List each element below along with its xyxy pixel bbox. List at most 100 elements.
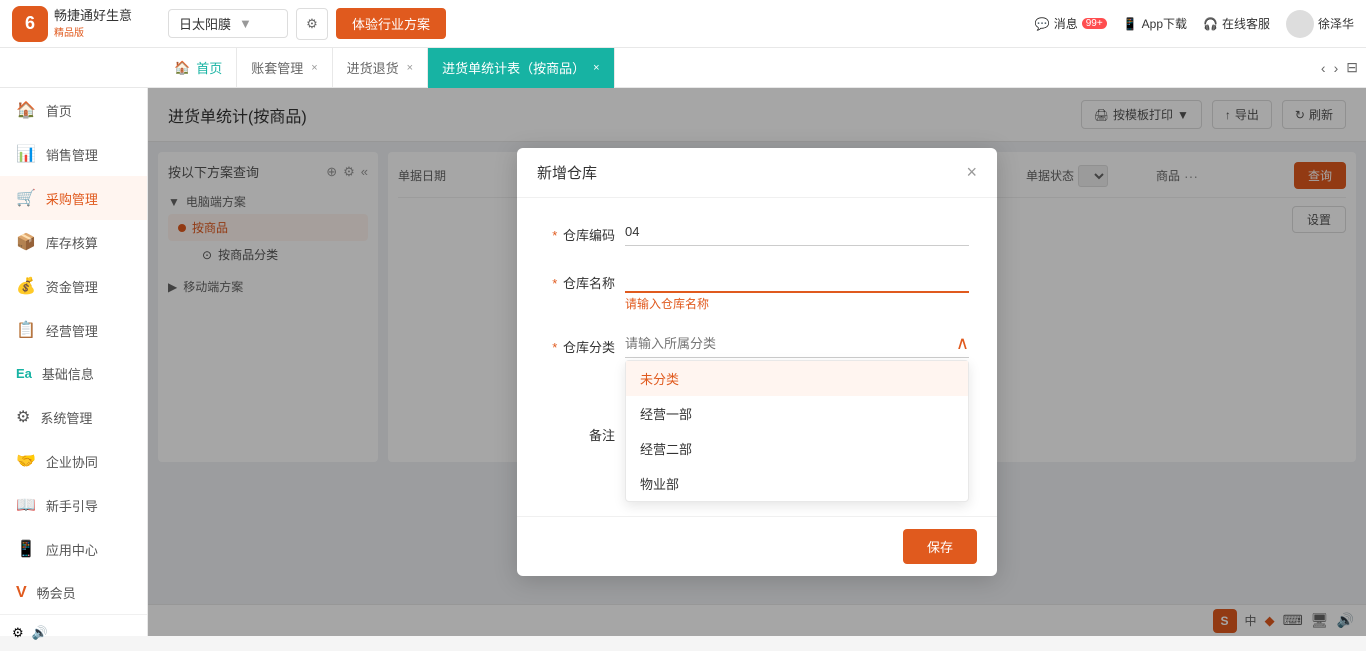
- modal-header: 新增仓库 ×: [517, 148, 997, 198]
- sidebar-system-label: 系统管理: [40, 408, 92, 427]
- message-icon: 💬: [1035, 17, 1050, 31]
- modal-overlay: 新增仓库 × * 仓库编码: [148, 88, 1366, 636]
- warehouse-code-label: * 仓库编码: [545, 218, 615, 244]
- sidebar-item-basic-info[interactable]: Ea 基础信息: [0, 352, 147, 395]
- tab-controls: ‹ › ⊟: [1321, 59, 1366, 76]
- enterprise-icon: 🤝: [16, 451, 36, 471]
- sidebar-item-vip[interactable]: V 畅会员: [0, 571, 147, 614]
- sidebar-purchase-label: 采购管理: [46, 189, 98, 208]
- tab-home-label: 首页: [196, 58, 222, 77]
- sidebar-item-inventory[interactable]: 📦 库存核算: [0, 220, 147, 264]
- modal-body: * 仓库编码 * 仓库名称: [517, 198, 997, 516]
- tab-purchase-stats-close[interactable]: ×: [593, 62, 599, 74]
- warehouse-category-input[interactable]: [625, 336, 969, 351]
- gear-button[interactable]: ⚙: [296, 8, 328, 40]
- tab-next-icon[interactable]: ›: [1334, 60, 1339, 76]
- message-label: 消息: [1054, 15, 1078, 32]
- sidebar-home-label: 首页: [46, 101, 72, 120]
- sidebar-item-finance[interactable]: 💰 资金管理: [0, 264, 147, 308]
- sidebar-app-center-label: 应用中心: [46, 540, 98, 559]
- sidebar-item-app-center[interactable]: 📱 应用中心: [0, 527, 147, 571]
- app-download-label: App下载: [1142, 15, 1187, 32]
- modal-title: 新增仓库: [537, 162, 597, 183]
- warehouse-code-input[interactable]: [625, 218, 969, 246]
- home-sidebar-icon: 🏠: [16, 100, 36, 120]
- message-item[interactable]: 💬 消息 99+: [1035, 15, 1107, 32]
- sidebar-inventory-label: 库存核算: [46, 233, 98, 252]
- category-option-dept2[interactable]: 经营二部: [626, 431, 968, 466]
- tab-purchase-return-label: 进货退货: [347, 58, 399, 77]
- category-input-row: ∧: [625, 330, 969, 358]
- warehouse-name-label: * 仓库名称: [545, 266, 615, 292]
- finance-icon: 💰: [16, 276, 36, 296]
- sidebar-item-home[interactable]: 🏠 首页: [0, 88, 147, 132]
- user-avatar: [1286, 10, 1314, 38]
- basic-info-icon: Ea: [16, 366, 32, 381]
- modal-close-button[interactable]: ×: [966, 162, 977, 183]
- sidebar-item-system[interactable]: ⚙ 系统管理: [0, 395, 147, 439]
- settings-icon-sidebar[interactable]: ⚙: [12, 625, 24, 641]
- tab-purchase-stats-label: 进货单统计表（按商品）: [442, 58, 585, 77]
- sidebar-item-sales[interactable]: 📊 销售管理: [0, 132, 147, 176]
- tab-prev-icon[interactable]: ‹: [1321, 60, 1326, 76]
- purchase-icon: 🛒: [16, 188, 36, 208]
- sidebar-enterprise-label: 企业协同: [46, 452, 98, 471]
- category-dropdown-list: 未分类 经营一部 经营二部 物业部: [625, 360, 969, 502]
- tab-purchase-stats[interactable]: 进货单统计表（按商品） ×: [428, 48, 614, 88]
- form-row-code: * 仓库编码: [545, 218, 969, 246]
- sidebar-item-enterprise[interactable]: 🤝 企业协同: [0, 439, 147, 483]
- tab-home[interactable]: 🏠 首页: [160, 48, 237, 88]
- trial-button[interactable]: 体验行业方案: [336, 8, 446, 39]
- top-right-area: 💬 消息 99+ 📱 App下载 🎧 在线客服 徐泽华: [1035, 10, 1354, 38]
- top-navigation: 6 畅捷通好生意 精品版 日太阳膜 ▼ ⚙ 体验行业方案 💬 消息 99+ 📱 …: [0, 0, 1366, 48]
- store-name: 日太阳膜: [179, 14, 231, 33]
- inventory-icon: 📦: [16, 232, 36, 252]
- app-center-icon: 📱: [16, 539, 36, 559]
- sidebar-bottom: ⚙ 🔊: [0, 614, 147, 651]
- form-row-category: * 仓库分类 ∧ 未分类 经营一部 经: [545, 330, 969, 358]
- vip-icon: V: [16, 584, 27, 602]
- home-icon: 🏠: [174, 60, 190, 76]
- online-service-item[interactable]: 🎧 在线客服: [1203, 15, 1270, 32]
- app-download-item[interactable]: 📱 App下载: [1123, 15, 1187, 32]
- category-dropdown-wrapper: ∧ 未分类 经营一部 经营二部 物业部: [625, 330, 969, 358]
- category-dropdown-toggle[interactable]: ∧: [956, 333, 969, 354]
- online-service-label: 在线客服: [1222, 15, 1270, 32]
- category-option-property[interactable]: 物业部: [626, 466, 968, 501]
- content-area: 进货单统计(按商品) 🖨 按模板打印 ▼ ↑ 导出 ↻ 刷新: [148, 88, 1366, 636]
- logo-text-block: 畅捷通好生意 精品版: [54, 8, 132, 40]
- gear-icon: ⚙: [306, 16, 318, 32]
- user-item[interactable]: 徐泽华: [1286, 10, 1354, 38]
- tab-account-label: 账套管理: [251, 58, 303, 77]
- message-badge: 99+: [1082, 18, 1107, 29]
- tab-bar: 🏠 首页 账套管理 × 进货退货 × 进货单统计表（按商品） × ‹ › ⊟: [0, 48, 1366, 88]
- tab-account[interactable]: 账套管理 ×: [237, 48, 332, 88]
- category-option-unclassified[interactable]: 未分类: [626, 361, 968, 396]
- store-selector[interactable]: 日太阳膜 ▼: [168, 9, 288, 38]
- sidebar-sales-label: 销售管理: [46, 145, 98, 164]
- sidebar-item-purchase[interactable]: 🛒 采购管理: [0, 176, 147, 220]
- volume-icon[interactable]: 🔊: [32, 625, 48, 641]
- warehouse-name-error: 请输入仓库名称: [545, 295, 709, 312]
- sidebar: 🏠 首页 📊 销售管理 🛒 采购管理 📦 库存核算 💰 资金管理 📋 经营管理 …: [0, 88, 148, 636]
- category-option-dept1[interactable]: 经营一部: [626, 396, 968, 431]
- logo-area: 6 畅捷通好生意 精品版: [12, 6, 160, 42]
- phone-icon: 📱: [1123, 17, 1138, 31]
- logo-icon: 6: [12, 6, 48, 42]
- tab-purchase-return-close[interactable]: ×: [407, 62, 413, 74]
- username-label: 徐泽华: [1318, 15, 1354, 32]
- tab-menu-icon[interactable]: ⊟: [1346, 59, 1358, 76]
- sidebar-basic-info-label: 基础信息: [42, 364, 94, 383]
- modal-footer: 保存: [517, 516, 997, 576]
- app-badge: 精品版: [54, 24, 132, 39]
- modal-save-button[interactable]: 保存: [903, 529, 977, 564]
- tab-account-close[interactable]: ×: [311, 62, 317, 74]
- form-row-name: * 仓库名称 请输入仓库名称: [545, 264, 969, 312]
- tab-purchase-return[interactable]: 进货退货 ×: [333, 48, 428, 88]
- sidebar-guide-label: 新手引导: [46, 496, 98, 515]
- sidebar-item-operation[interactable]: 📋 经营管理: [0, 308, 147, 352]
- sidebar-item-guide[interactable]: 📖 新手引导: [0, 483, 147, 527]
- guide-icon: 📖: [16, 495, 36, 515]
- warehouse-name-input[interactable]: [625, 264, 969, 293]
- warehouse-category-label: * 仓库分类: [545, 330, 615, 356]
